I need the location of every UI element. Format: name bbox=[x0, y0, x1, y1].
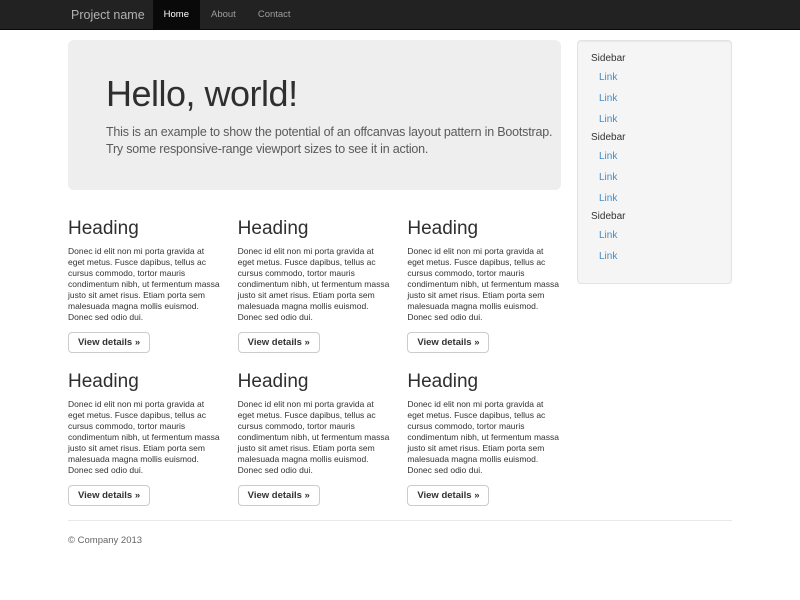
card-2: Heading Donec id elit non mi porta gravi… bbox=[238, 218, 392, 353]
card-heading: Heading bbox=[68, 371, 222, 392]
footer-divider bbox=[68, 520, 732, 521]
navbar-nav: Home About Contact bbox=[153, 0, 302, 30]
sidebar-link[interactable]: Link bbox=[590, 88, 719, 109]
container: Hello, world! This is an example to show… bbox=[68, 30, 732, 546]
nav-item-home[interactable]: Home bbox=[153, 0, 200, 30]
cards-row-2: Heading Donec id elit non mi porta gravi… bbox=[68, 371, 561, 506]
sidebar-link[interactable]: Link bbox=[590, 225, 719, 246]
page-title: Hello, world! bbox=[106, 76, 523, 112]
sidebar-nav: Sidebar Link Link Link Sidebar Link Link… bbox=[577, 40, 732, 284]
view-details-button[interactable]: View details » bbox=[407, 485, 489, 506]
card-1: Heading Donec id elit non mi porta gravi… bbox=[68, 218, 222, 353]
content-row: Hello, world! This is an example to show… bbox=[68, 30, 732, 506]
navbar-brand[interactable]: Project name bbox=[68, 0, 153, 30]
page: Project name Home About Contact Hello, w… bbox=[0, 0, 800, 600]
sidebar-link[interactable]: Link bbox=[590, 167, 719, 188]
card-5: Heading Donec id elit non mi porta gravi… bbox=[238, 371, 392, 506]
card-body-text: Donec id elit non mi porta gravida at eg… bbox=[407, 246, 561, 323]
view-details-button[interactable]: View details » bbox=[68, 485, 150, 506]
sidebar-column: Sidebar Link Link Link Sidebar Link Link… bbox=[577, 30, 732, 506]
sidebar-group-heading: Sidebar bbox=[590, 130, 719, 146]
sidebar-link[interactable]: Link bbox=[590, 109, 719, 130]
card-body-text: Donec id elit non mi porta gravida at eg… bbox=[68, 399, 222, 476]
sidebar-link[interactable]: Link bbox=[590, 188, 719, 209]
sidebar-group-heading: Sidebar bbox=[590, 51, 719, 67]
view-details-button[interactable]: View details » bbox=[238, 332, 320, 353]
card-3: Heading Donec id elit non mi porta gravi… bbox=[407, 218, 561, 353]
main-content: Hello, world! This is an example to show… bbox=[68, 30, 561, 506]
nav-item-contact[interactable]: Contact bbox=[247, 0, 302, 30]
navbar-inner: Project name Home About Contact bbox=[68, 0, 732, 30]
sidebar-link[interactable]: Link bbox=[590, 146, 719, 167]
card-heading: Heading bbox=[407, 371, 561, 392]
card-heading: Heading bbox=[238, 371, 392, 392]
card-body-text: Donec id elit non mi porta gravida at eg… bbox=[238, 246, 392, 323]
sidebar-link[interactable]: Link bbox=[590, 67, 719, 88]
card-body-text: Donec id elit non mi porta gravida at eg… bbox=[238, 399, 392, 476]
sidebar-group-heading: Sidebar bbox=[590, 209, 719, 225]
cards-row-1: Heading Donec id elit non mi porta gravi… bbox=[68, 218, 561, 353]
view-details-button[interactable]: View details » bbox=[407, 332, 489, 353]
nav-item-about[interactable]: About bbox=[200, 0, 247, 30]
card-6: Heading Donec id elit non mi porta gravi… bbox=[407, 371, 561, 506]
sidebar-link[interactable]: Link bbox=[590, 246, 719, 267]
navbar: Project name Home About Contact bbox=[0, 0, 800, 30]
card-heading: Heading bbox=[407, 218, 561, 239]
view-details-button[interactable]: View details » bbox=[68, 332, 150, 353]
jumbotron: Hello, world! This is an example to show… bbox=[68, 40, 561, 190]
card-heading: Heading bbox=[68, 218, 222, 239]
copyright-text: © Company 2013 bbox=[68, 535, 732, 546]
footer: © Company 2013 bbox=[68, 535, 732, 546]
jumbotron-lead: This is an example to show the potential… bbox=[106, 124, 553, 158]
card-heading: Heading bbox=[238, 218, 392, 239]
card-4: Heading Donec id elit non mi porta gravi… bbox=[68, 371, 222, 506]
view-details-button[interactable]: View details » bbox=[238, 485, 320, 506]
card-body-text: Donec id elit non mi porta gravida at eg… bbox=[68, 246, 222, 323]
card-body-text: Donec id elit non mi porta gravida at eg… bbox=[407, 399, 561, 476]
